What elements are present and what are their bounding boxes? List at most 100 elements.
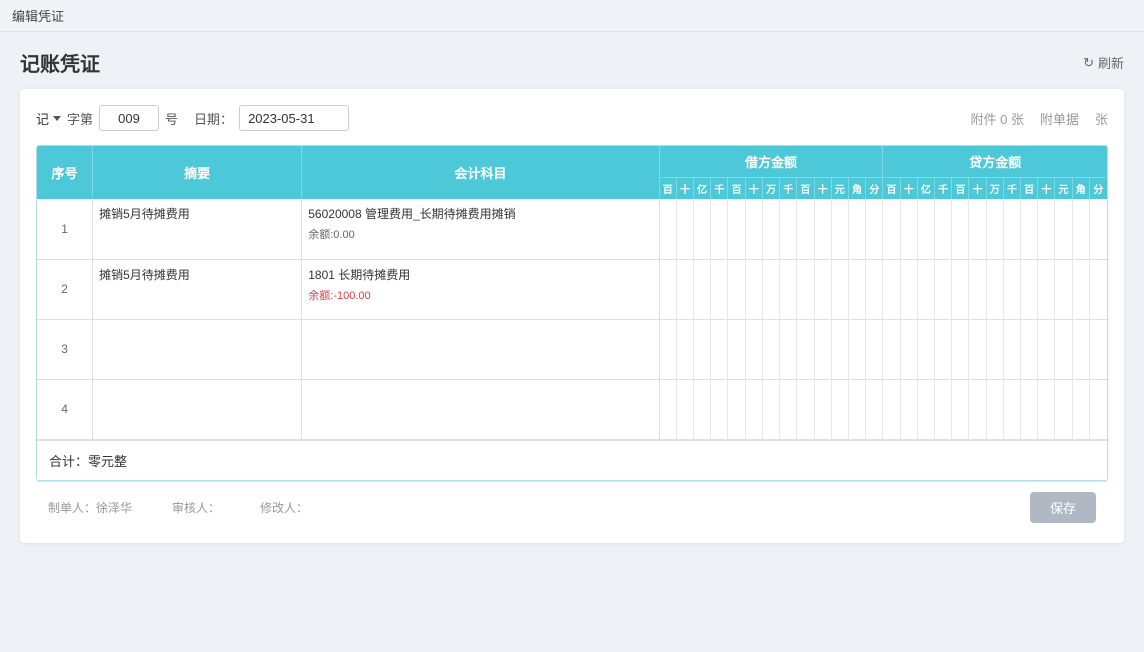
debit-digit-cell[interactable] [866, 199, 883, 259]
credit-digit-cell[interactable] [1038, 319, 1055, 379]
credit-digit-cell[interactable] [883, 379, 900, 439]
debit-digit-cell[interactable] [676, 199, 693, 259]
account-cell[interactable] [302, 379, 659, 439]
credit-digit-cell[interactable] [883, 259, 900, 319]
credit-digit-cell[interactable] [1003, 379, 1020, 439]
credit-digit-cell[interactable] [1072, 319, 1089, 379]
debit-digit-cell[interactable] [814, 199, 831, 259]
debit-digit-cell[interactable] [676, 259, 693, 319]
credit-digit-cell[interactable] [935, 319, 952, 379]
debit-digit-cell[interactable] [676, 379, 693, 439]
credit-digit-cell[interactable] [986, 379, 1003, 439]
credit-digit-cell[interactable] [1021, 319, 1038, 379]
summary-cell[interactable]: 摊销5月待摊费用 [93, 199, 302, 259]
debit-digit-cell[interactable] [866, 319, 883, 379]
debit-digit-cell[interactable] [659, 199, 676, 259]
save-button[interactable]: 保存 [1030, 492, 1096, 523]
debit-digit-cell[interactable] [728, 199, 745, 259]
credit-digit-cell[interactable] [1089, 379, 1107, 439]
account-cell[interactable]: 1801 长期待摊费用余额:-100.00 [302, 259, 659, 319]
summary-cell[interactable] [93, 379, 302, 439]
debit-digit-cell[interactable] [814, 259, 831, 319]
credit-digit-cell[interactable] [969, 379, 986, 439]
credit-digit-cell[interactable] [969, 199, 986, 259]
credit-digit-cell[interactable] [935, 199, 952, 259]
debit-digit-cell[interactable] [711, 199, 728, 259]
credit-digit-cell[interactable] [1038, 199, 1055, 259]
debit-digit-cell[interactable] [848, 199, 865, 259]
voucher-number-input[interactable] [99, 105, 159, 131]
credit-digit-cell[interactable] [900, 259, 917, 319]
credit-digit-cell[interactable] [1038, 259, 1055, 319]
debit-digit-cell[interactable] [797, 259, 814, 319]
debit-digit-cell[interactable] [797, 319, 814, 379]
credit-digit-cell[interactable] [1055, 259, 1072, 319]
credit-digit-cell[interactable] [1003, 199, 1020, 259]
debit-digit-cell[interactable] [711, 379, 728, 439]
debit-digit-cell[interactable] [848, 259, 865, 319]
debit-digit-cell[interactable] [694, 379, 711, 439]
account-cell[interactable] [302, 319, 659, 379]
credit-digit-cell[interactable] [900, 379, 917, 439]
debit-digit-cell[interactable] [659, 259, 676, 319]
table-row[interactable]: 3 [37, 319, 1107, 379]
credit-digit-cell[interactable] [883, 199, 900, 259]
credit-digit-cell[interactable] [1003, 259, 1020, 319]
credit-digit-cell[interactable] [1021, 379, 1038, 439]
credit-digit-cell[interactable] [1003, 319, 1020, 379]
debit-digit-cell[interactable] [745, 319, 762, 379]
debit-digit-cell[interactable] [866, 379, 883, 439]
debit-digit-cell[interactable] [797, 199, 814, 259]
credit-digit-cell[interactable] [917, 259, 934, 319]
debit-digit-cell[interactable] [831, 379, 848, 439]
table-row[interactable]: 1摊销5月待摊费用56020008 管理费用_长期待摊费用摊销余额:0.00 [37, 199, 1107, 259]
credit-digit-cell[interactable] [1072, 259, 1089, 319]
credit-digit-cell[interactable] [1089, 259, 1107, 319]
debit-digit-cell[interactable] [797, 379, 814, 439]
debit-digit-cell[interactable] [762, 259, 779, 319]
debit-digit-cell[interactable] [831, 259, 848, 319]
credit-digit-cell[interactable] [883, 319, 900, 379]
credit-digit-cell[interactable] [935, 379, 952, 439]
refresh-button[interactable]: ↻ 刷新 [1083, 53, 1124, 72]
debit-digit-cell[interactable] [676, 319, 693, 379]
credit-digit-cell[interactable] [1038, 379, 1055, 439]
debit-digit-cell[interactable] [780, 319, 797, 379]
credit-digit-cell[interactable] [1055, 199, 1072, 259]
debit-digit-cell[interactable] [848, 379, 865, 439]
credit-digit-cell[interactable] [917, 319, 934, 379]
debit-digit-cell[interactable] [694, 259, 711, 319]
debit-digit-cell[interactable] [745, 199, 762, 259]
credit-digit-cell[interactable] [986, 259, 1003, 319]
credit-digit-cell[interactable] [1021, 259, 1038, 319]
table-row[interactable]: 4 [37, 379, 1107, 439]
credit-digit-cell[interactable] [900, 199, 917, 259]
debit-digit-cell[interactable] [831, 199, 848, 259]
date-input[interactable] [239, 105, 349, 131]
credit-digit-cell[interactable] [952, 199, 969, 259]
credit-digit-cell[interactable] [952, 259, 969, 319]
debit-digit-cell[interactable] [762, 379, 779, 439]
voucher-type-select[interactable]: 记 [36, 109, 61, 128]
credit-digit-cell[interactable] [1089, 199, 1107, 259]
account-cell[interactable]: 56020008 管理费用_长期待摊费用摊销余额:0.00 [302, 199, 659, 259]
credit-digit-cell[interactable] [917, 379, 934, 439]
debit-digit-cell[interactable] [659, 319, 676, 379]
credit-digit-cell[interactable] [969, 319, 986, 379]
debit-digit-cell[interactable] [745, 259, 762, 319]
debit-digit-cell[interactable] [728, 259, 745, 319]
debit-digit-cell[interactable] [814, 319, 831, 379]
debit-digit-cell[interactable] [694, 199, 711, 259]
credit-digit-cell[interactable] [1055, 319, 1072, 379]
debit-digit-cell[interactable] [866, 259, 883, 319]
credit-digit-cell[interactable] [900, 319, 917, 379]
credit-digit-cell[interactable] [935, 259, 952, 319]
debit-digit-cell[interactable] [728, 379, 745, 439]
credit-digit-cell[interactable] [1021, 199, 1038, 259]
debit-digit-cell[interactable] [831, 319, 848, 379]
debit-digit-cell[interactable] [780, 379, 797, 439]
credit-digit-cell[interactable] [1072, 199, 1089, 259]
credit-digit-cell[interactable] [952, 319, 969, 379]
debit-digit-cell[interactable] [694, 319, 711, 379]
credit-digit-cell[interactable] [952, 379, 969, 439]
